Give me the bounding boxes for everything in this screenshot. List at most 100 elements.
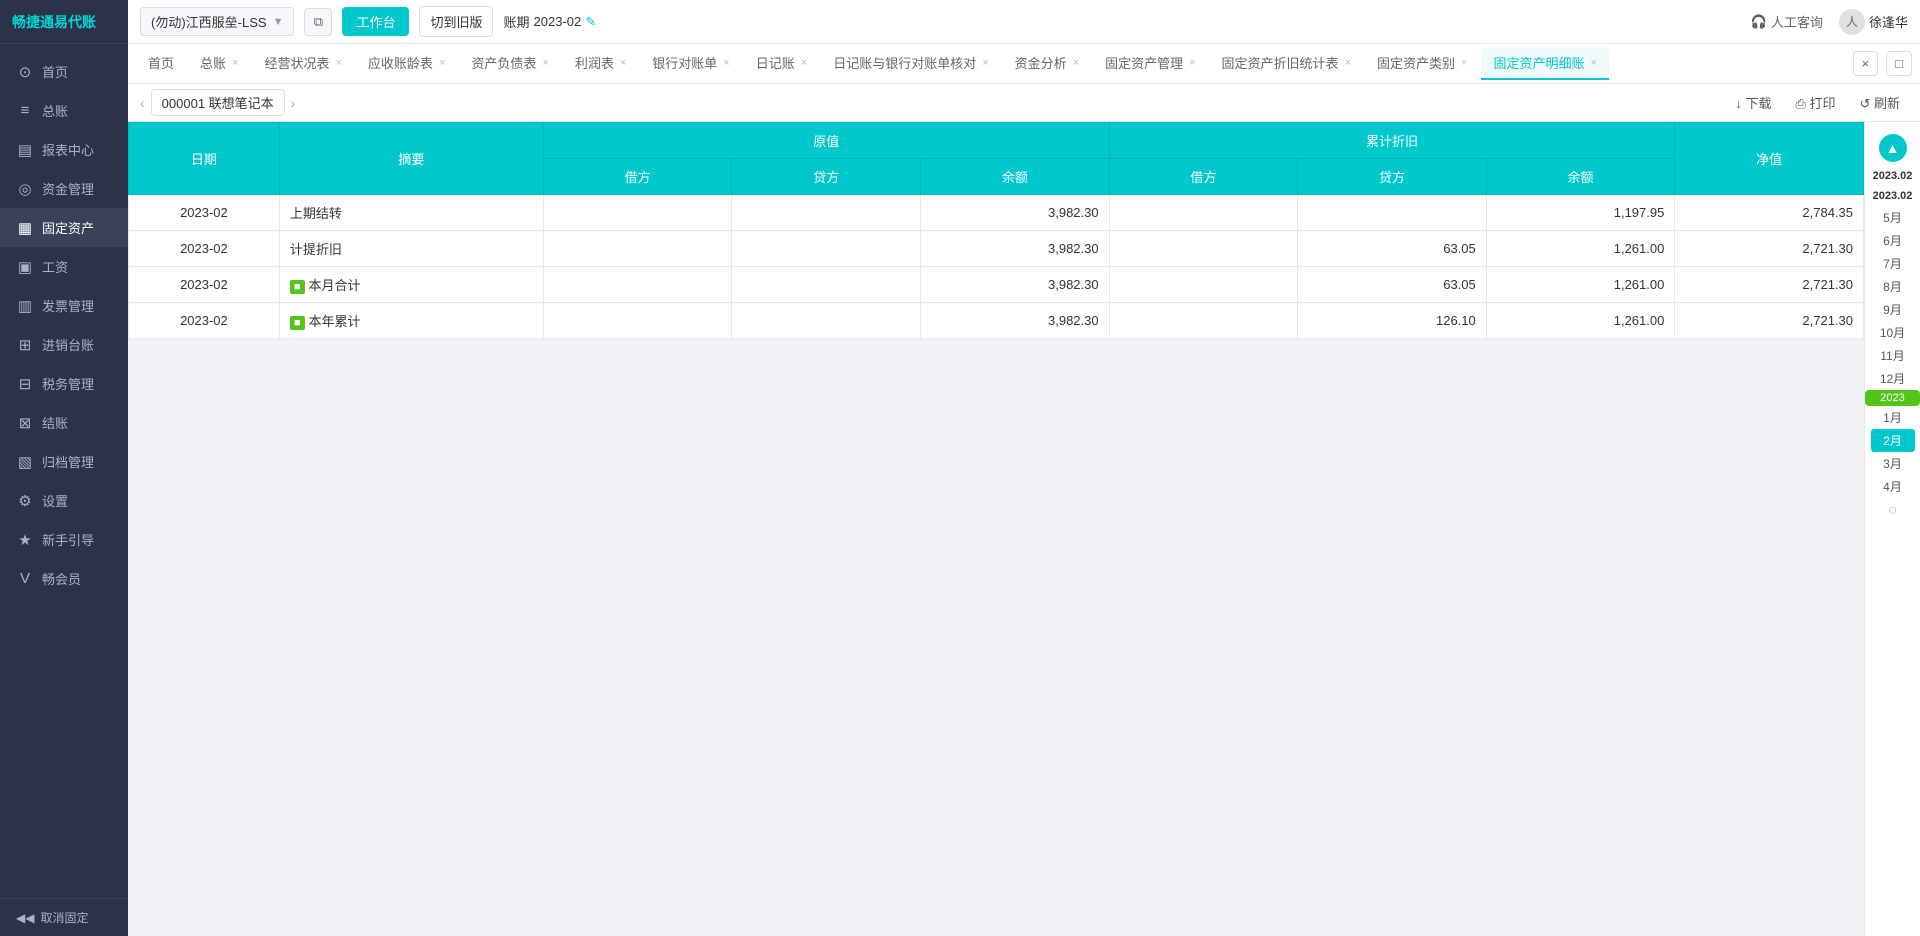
workbench-button[interactable]: 工作台 bbox=[342, 7, 409, 36]
sidebar-item-label-purchase_sale: 进销台账 bbox=[42, 335, 94, 354]
sidebar-item-beginner_guide[interactable]: ★ 新手引导 bbox=[0, 520, 128, 559]
tab-fund_analysis[interactable]: 资金分析 × bbox=[1003, 47, 1091, 80]
breadcrumb-item[interactable]: 000001 联想笔记本 bbox=[151, 89, 285, 116]
month-2023-3[interactable]: 4月 bbox=[1871, 475, 1915, 498]
service-button[interactable]: 🎧 人工客询 bbox=[1751, 12, 1823, 31]
company-select[interactable]: (勿动)江西服垒-LSS ▼ bbox=[140, 7, 294, 36]
period-label: 账期 2023-02 ✎ bbox=[503, 12, 596, 31]
cell-desc-2: ■本月合计 bbox=[279, 267, 543, 303]
month-item-0[interactable]: 5月 bbox=[1871, 206, 1915, 229]
cell-net-value-2: 2,721.30 bbox=[1675, 267, 1864, 303]
month-2023-1[interactable]: 2月 bbox=[1871, 429, 1915, 452]
tab-close-journal[interactable]: × bbox=[801, 57, 807, 69]
tab-close-fund_analysis[interactable]: × bbox=[1073, 57, 1079, 69]
month-2023-0[interactable]: 1月 bbox=[1871, 406, 1915, 429]
sidebar-item-invoice_management[interactable]: ▥ 发票管理 bbox=[0, 286, 128, 325]
cell-orig-balance-3: 3,982.30 bbox=[921, 303, 1110, 339]
sidebar-item-vip_member[interactable]: V 畅会员 bbox=[0, 559, 128, 598]
cell-orig-credit-2 bbox=[732, 267, 921, 303]
cell-orig-credit-1 bbox=[732, 231, 921, 267]
sidebar-item-general_ledger[interactable]: ≡ 总账 bbox=[0, 91, 128, 130]
sidebar-item-archive_management[interactable]: ▧ 归档管理 bbox=[0, 442, 128, 481]
tab-close-fixed_depreciation_stat[interactable]: × bbox=[1345, 57, 1351, 69]
fixed-asset-detail-table: 日期 摘要 原值 累计折旧 净值 借方 贷方 余额 借方 贷方 余额 bbox=[128, 122, 1864, 339]
sidebar-nav: ⊙ 首页 ≡ 总账 ▤ 报表中心 ◎ 资金管理 ▦ 固定资产 ▣ 工资 ▥ 发票… bbox=[0, 44, 128, 898]
tab-general_ledger[interactable]: 总账× bbox=[188, 47, 250, 80]
cell-accum-balance-3: 1,261.00 bbox=[1486, 303, 1675, 339]
sidebar-item-label-invoice_management: 发票管理 bbox=[42, 296, 94, 315]
beginner_guide-icon: ★ bbox=[16, 531, 34, 549]
period-edit-icon[interactable]: ✎ bbox=[585, 14, 596, 30]
tab-close-fixed_asset_category[interactable]: × bbox=[1461, 57, 1467, 69]
sidebar-item-settings[interactable]: ⚙ 设置 bbox=[0, 481, 128, 520]
sidebar-item-report_center[interactable]: ▤ 报表中心 bbox=[0, 130, 128, 169]
user-info[interactable]: 人 徐逢华 bbox=[1839, 9, 1908, 35]
month-item-3[interactable]: 8月 bbox=[1871, 275, 1915, 298]
tab-fixed_asset_detail[interactable]: 固定资产明细账× bbox=[1481, 47, 1608, 80]
tab-close-journal_bank_check[interactable]: × bbox=[982, 57, 988, 69]
tab-profit[interactable]: 利润表 × bbox=[563, 47, 638, 80]
tab-close-balance_sheet[interactable]: × bbox=[542, 57, 548, 69]
month-item-6[interactable]: 11月 bbox=[1871, 344, 1915, 367]
cell-orig-debit-3 bbox=[543, 303, 732, 339]
archive_management-icon: ▧ bbox=[16, 453, 34, 471]
month-item-2[interactable]: 7月 bbox=[1871, 252, 1915, 275]
right-panel: ▲2023.022023.025月6月7月8月9月10月11月12月20231月… bbox=[1864, 122, 1920, 936]
month-2023-2[interactable]: 3月 bbox=[1871, 452, 1915, 475]
cell-orig-debit-1 bbox=[543, 231, 732, 267]
month-item-7[interactable]: 12月 bbox=[1871, 367, 1915, 390]
tab-fixed_depreciation_stat[interactable]: 固定资产折旧统计表× bbox=[1210, 47, 1363, 80]
tab-close-general_ledger[interactable]: × bbox=[232, 57, 238, 69]
tab-close-business_status[interactable]: × bbox=[335, 57, 341, 69]
service-label: 人工客询 bbox=[1771, 12, 1823, 31]
sidebar-item-fixed_assets[interactable]: ▦ 固定资产 bbox=[0, 208, 128, 247]
month-item-1[interactable]: 6月 bbox=[1871, 229, 1915, 252]
switch-version-button[interactable]: 切到旧版 bbox=[419, 6, 493, 37]
breadcrumb-prev-arrow[interactable]: ‹ bbox=[140, 95, 145, 111]
sidebar-item-settlement[interactable]: ⊠ 结账 bbox=[0, 403, 128, 442]
close-all-tabs-button[interactable]: × bbox=[1853, 51, 1879, 76]
tab-label-profit: 利润表 bbox=[575, 53, 614, 72]
cell-date-3: 2023-02 bbox=[129, 303, 280, 339]
sidebar-footer[interactable]: ◀◀ 取消固定 bbox=[0, 898, 128, 936]
sidebar-item-home[interactable]: ⊙ 首页 bbox=[0, 52, 128, 91]
cell-net-value-0: 2,784.35 bbox=[1675, 195, 1864, 231]
tabbar-actions: × □ bbox=[1853, 51, 1912, 76]
sidebar-item-purchase_sale[interactable]: ⊞ 进销台账 bbox=[0, 325, 128, 364]
sidebar-item-tax_management[interactable]: ⊟ 税务管理 bbox=[0, 364, 128, 403]
refresh-button[interactable]: ↺ 刷新 bbox=[1851, 89, 1908, 116]
tab-receivable[interactable]: 应收账龄表× bbox=[356, 47, 457, 80]
cell-orig-balance-1: 3,982.30 bbox=[921, 231, 1110, 267]
tab-balance_sheet[interactable]: 资产负债表 × bbox=[459, 47, 560, 80]
download-button[interactable]: ↓ 下载 bbox=[1727, 89, 1779, 116]
scroll-up-button[interactable]: ▲ bbox=[1879, 134, 1907, 162]
sidebar-item-payroll[interactable]: ▣ 工资 bbox=[0, 247, 128, 286]
tab-fixed_asset_mgmt[interactable]: 固定资产管理× bbox=[1093, 47, 1207, 80]
tab-close-profit[interactable]: × bbox=[620, 57, 626, 69]
purchase_sale-icon: ⊞ bbox=[16, 336, 34, 354]
tab-bank_bill[interactable]: 银行对账单× bbox=[640, 47, 741, 80]
month-item-5[interactable]: 10月 bbox=[1871, 321, 1915, 344]
headset-icon: 🎧 bbox=[1751, 14, 1767, 30]
tab-journal[interactable]: 日记账× bbox=[744, 47, 819, 80]
th-accum-balance: 余额 bbox=[1486, 159, 1675, 195]
tab-close-fixed_asset_mgmt[interactable]: × bbox=[1189, 57, 1195, 69]
tab-label-fund_analysis: 资金分析 bbox=[1015, 53, 1067, 72]
tab-journal_bank_check[interactable]: 日记账与银行对账单核对× bbox=[821, 47, 1000, 80]
tab-business_status[interactable]: 经营状况表× bbox=[252, 47, 353, 80]
expand-tabs-button[interactable]: □ bbox=[1886, 51, 1912, 76]
tab-close-fixed_asset_detail[interactable]: × bbox=[1590, 57, 1596, 69]
copy-button[interactable]: ⧉ bbox=[304, 8, 332, 36]
tab-bar: 首页总账×经营状况表×应收账龄表×资产负债表×利润表×银行对账单×日记账×日记账… bbox=[128, 44, 1920, 84]
tab-fixed_asset_category[interactable]: 固定资产类别× bbox=[1365, 47, 1479, 80]
tab-close-receivable[interactable]: × bbox=[439, 57, 445, 69]
th-accumulated-depreciation-group: 累计折旧 bbox=[1109, 123, 1675, 159]
tab-close-bank_bill[interactable]: × bbox=[723, 57, 729, 69]
sidebar-item-fund_management[interactable]: ◎ 资金管理 bbox=[0, 169, 128, 208]
scroll-down-button[interactable]: ○ bbox=[1888, 502, 1898, 520]
print-button[interactable]: ⎙ 打印 bbox=[1787, 89, 1843, 116]
tab-home[interactable]: 首页 bbox=[136, 47, 186, 80]
breadcrumb-next-arrow[interactable]: › bbox=[291, 95, 296, 111]
tab-label-balance_sheet: 资产负债表 bbox=[471, 53, 536, 72]
month-item-4[interactable]: 9月 bbox=[1871, 298, 1915, 321]
